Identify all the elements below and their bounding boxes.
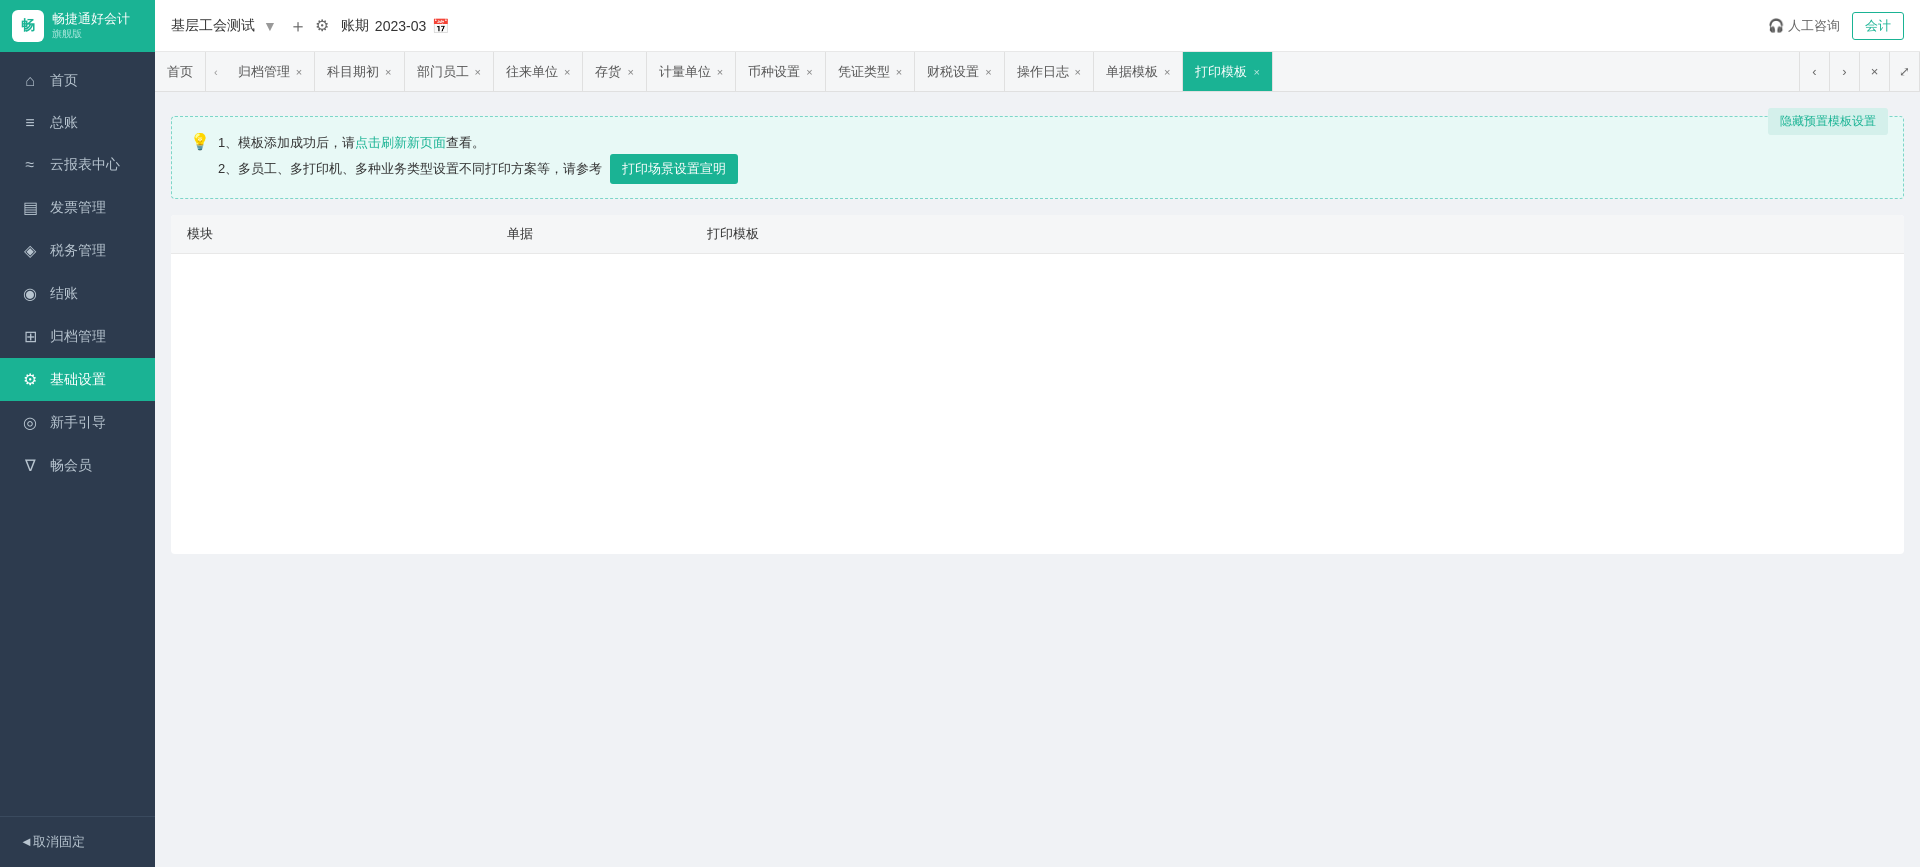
- tab-close-operation-log[interactable]: ×: [1075, 66, 1081, 78]
- tab-nav-left[interactable]: ‹: [206, 66, 226, 78]
- tab-close-department[interactable]: ×: [475, 66, 481, 78]
- sidebar-navigation: ⌂ 首页 ≡ 总账 ≈ 云报表中心 ▤ 发票管理 ◈ 税务管理 ◉ 结账 ⊞ 归…: [0, 52, 155, 816]
- main-area: 基层工会测试 ▼ ＋ ⚙ 账期 2023-03 📅 🎧 人工咨询 会计 首页 ‹: [155, 0, 1920, 867]
- sidebar-item-ledger[interactable]: ≡ 总账: [0, 102, 155, 144]
- sidebar-item-reports[interactable]: ≈ 云报表中心: [0, 144, 155, 186]
- sidebar-item-invoice[interactable]: ▤ 发票管理: [0, 186, 155, 229]
- add-company-button[interactable]: ＋: [289, 17, 307, 35]
- sidebar: 畅 畅捷通好会计 旗舰版 ⌂ 首页 ≡ 总账 ≈ 云报表中心 ▤ 发票管理 ◈ …: [0, 0, 155, 867]
- tab-operation-log[interactable]: 操作日志 ×: [1005, 52, 1094, 92]
- ledger-icon: ≡: [20, 114, 40, 132]
- sidebar-item-home[interactable]: ⌂ 首页: [0, 60, 155, 102]
- tab-home[interactable]: 首页: [155, 52, 206, 92]
- tab-nav-buttons: ‹ › × ⤢: [1799, 52, 1920, 92]
- tab-fullscreen[interactable]: ⤢: [1890, 52, 1920, 92]
- top-bar-right: 🎧 人工咨询 会计: [1768, 12, 1904, 40]
- notice-box: 💡 1、模板添加成功后，请点击刷新新页面查看。 2、多员工、多打印机、多种业务类…: [171, 116, 1904, 199]
- sidebar-item-guide[interactable]: ◎ 新手引导: [0, 401, 155, 444]
- refresh-link[interactable]: 点击刷新新页面: [355, 135, 446, 150]
- company-selector[interactable]: 基层工会测试 ▼: [171, 17, 277, 35]
- sidebar-logo: 畅 畅捷通好会计 旗舰版: [0, 0, 155, 52]
- company-dropdown-icon: ▼: [263, 18, 277, 34]
- invoice-icon: ▤: [20, 198, 40, 217]
- tab-close-archive[interactable]: ×: [296, 66, 302, 78]
- bulb-icon: 💡: [190, 132, 210, 151]
- table-header-template: 打印模板: [691, 225, 1904, 243]
- table-header-voucher: 单据: [491, 225, 691, 243]
- closing-icon: ◉: [20, 284, 40, 303]
- content-wrapper: 隐藏预置模板设置 💡 1、模板添加成功后，请点击刷新新页面查看。 2、多员工、多…: [171, 108, 1904, 554]
- headset-icon: 🎧: [1768, 18, 1784, 33]
- tab-department[interactable]: 部门员工 ×: [405, 52, 494, 92]
- table-header: 模块 单据 打印模板: [171, 215, 1904, 254]
- tab-bar: 首页 ‹ 归档管理 × 科目期初 × 部门员工 × 往来单位 × 存货 × 计量…: [155, 52, 1920, 92]
- tab-measure[interactable]: 计量单位 ×: [647, 52, 736, 92]
- tab-close-single-template[interactable]: ×: [1164, 66, 1170, 78]
- tab-tax-settings[interactable]: 财税设置 ×: [915, 52, 1004, 92]
- top-bar: 基层工会测试 ▼ ＋ ⚙ 账期 2023-03 📅 🎧 人工咨询 会计: [155, 0, 1920, 52]
- tab-close-subject[interactable]: ×: [385, 66, 391, 78]
- print-template-table: 模块 单据 打印模板: [171, 215, 1904, 554]
- hide-template-button[interactable]: 隐藏预置模板设置: [1768, 108, 1888, 135]
- logo-text: 畅捷通好会计 旗舰版: [52, 11, 130, 42]
- company-settings-icon[interactable]: ⚙: [315, 16, 329, 35]
- tab-scroll-right[interactable]: ›: [1830, 52, 1860, 92]
- archive-icon: ⊞: [20, 327, 40, 346]
- tab-close-print-template[interactable]: ×: [1253, 66, 1259, 78]
- tab-currency[interactable]: 币种设置 ×: [736, 52, 825, 92]
- sidebar-item-tax[interactable]: ◈ 税务管理: [0, 229, 155, 272]
- sidebar-item-archive[interactable]: ⊞ 归档管理: [0, 315, 155, 358]
- tab-archive[interactable]: 归档管理 ×: [226, 52, 315, 92]
- sidebar-item-member[interactable]: ∇ 畅会员: [0, 444, 155, 487]
- tax-icon: ◈: [20, 241, 40, 260]
- accountant-button[interactable]: 会计: [1852, 12, 1904, 40]
- tab-subject[interactable]: 科目期初 ×: [315, 52, 404, 92]
- print-scene-explain-button[interactable]: 打印场景设置宣明: [610, 154, 738, 183]
- tab-close-inventory[interactable]: ×: [627, 66, 633, 78]
- top-bar-actions: ＋ ⚙: [289, 16, 329, 35]
- customer-service-button[interactable]: 🎧 人工咨询: [1768, 17, 1840, 35]
- content-area: 隐藏预置模板设置 💡 1、模板添加成功后，请点击刷新新页面查看。 2、多员工、多…: [155, 92, 1920, 867]
- tab-close-measure[interactable]: ×: [717, 66, 723, 78]
- sidebar-item-closing[interactable]: ◉ 结账: [0, 272, 155, 315]
- table-header-module: 模块: [171, 225, 491, 243]
- home-icon: ⌂: [20, 72, 40, 90]
- tab-close-supplier[interactable]: ×: [564, 66, 570, 78]
- table-body: [171, 254, 1904, 554]
- tab-supplier[interactable]: 往来单位 ×: [494, 52, 583, 92]
- sidebar-unpin-button[interactable]: ◄取消固定: [0, 816, 155, 867]
- notice-text: 1、模板添加成功后，请点击刷新新页面查看。 2、多员工、多打印机、多种业务类型设…: [218, 131, 738, 184]
- notice-row: 💡 1、模板添加成功后，请点击刷新新页面查看。 2、多员工、多打印机、多种业务类…: [190, 131, 1885, 184]
- tab-print-template[interactable]: 打印模板 ×: [1183, 52, 1272, 92]
- accounting-period: 账期 2023-03 📅: [341, 17, 449, 35]
- tab-inventory[interactable]: 存货 ×: [583, 52, 646, 92]
- member-icon: ∇: [20, 456, 40, 475]
- tab-close-tax-settings[interactable]: ×: [985, 66, 991, 78]
- settings-icon: ⚙: [20, 370, 40, 389]
- guide-icon: ◎: [20, 413, 40, 432]
- tab-close-voucher-type[interactable]: ×: [896, 66, 902, 78]
- tab-voucher-type[interactable]: 凭证类型 ×: [826, 52, 915, 92]
- tab-close-all[interactable]: ×: [1860, 52, 1890, 92]
- reports-icon: ≈: [20, 156, 40, 174]
- sidebar-item-settings[interactable]: ⚙ 基础设置: [0, 358, 155, 401]
- tab-close-currency[interactable]: ×: [806, 66, 812, 78]
- tab-scroll-left[interactable]: ‹: [1800, 52, 1830, 92]
- logo-icon: 畅: [12, 10, 44, 42]
- tab-single-template[interactable]: 单据模板 ×: [1094, 52, 1183, 92]
- calendar-icon[interactable]: 📅: [432, 18, 449, 34]
- notice-line1: 1、模板添加成功后，请点击刷新新页面查看。: [218, 131, 738, 154]
- notice-line2: 2、多员工、多打印机、多种业务类型设置不同打印方案等，请参考 打印场景设置宣明: [218, 154, 738, 183]
